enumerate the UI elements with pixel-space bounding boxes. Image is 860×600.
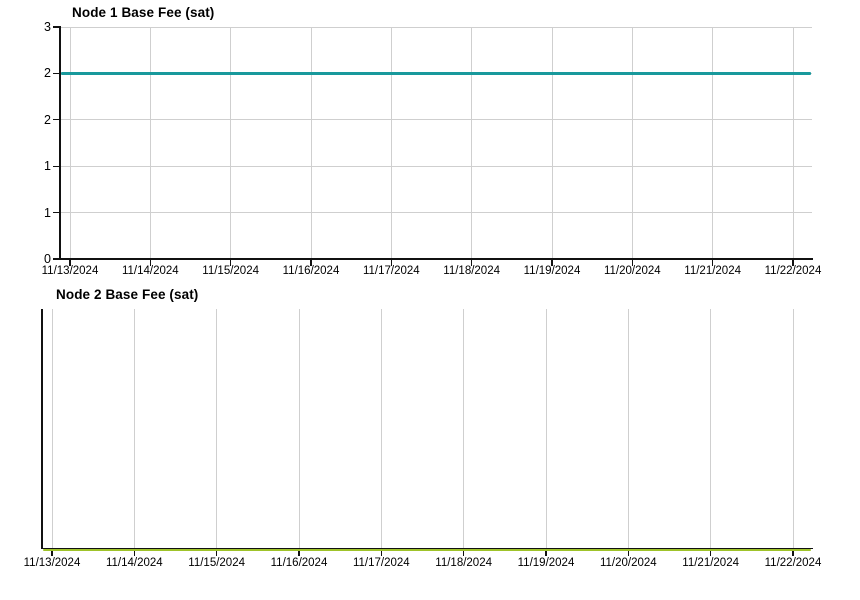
charts-panel: Node 1 Base Fee (sat) 11/13/2024 11/14/20…: [0, 0, 860, 600]
v-gridline: [710, 309, 712, 548]
v-gridline: [51, 309, 53, 548]
y-axis: [41, 309, 43, 549]
x-tick-label: 11/15/2024: [188, 557, 245, 569]
series-line: [61, 72, 811, 75]
v-gridline: [792, 309, 794, 548]
v-gridline: [298, 309, 300, 548]
x-tick-label: 11/19/2024: [517, 557, 575, 569]
v-gridline: [545, 309, 547, 548]
v-gridline: [627, 309, 629, 548]
x-tick-label: 11/17/2024: [352, 557, 410, 569]
v-gridline: [380, 309, 382, 548]
x-tick-label: 11/13/2024: [23, 557, 81, 569]
x-tick-label: 11/20/2024: [599, 557, 657, 569]
v-gridline: [133, 309, 135, 548]
x-tick-label: 11/22/2024: [764, 557, 822, 569]
x-tick-label: 11/14/2024: [105, 557, 163, 569]
v-gridline: [216, 309, 218, 548]
x-tick-label: 11/21/2024: [682, 557, 739, 569]
x-tick-label: 11/16/2024: [270, 557, 328, 569]
x-tick-label: 11/18/2024: [435, 557, 492, 569]
plot-area: 11/13/2024 11/14/2024 11/15/2024 11/16/2024…: [0, 0, 860, 600]
v-gridline: [463, 309, 465, 548]
series-line: [43, 549, 811, 552]
